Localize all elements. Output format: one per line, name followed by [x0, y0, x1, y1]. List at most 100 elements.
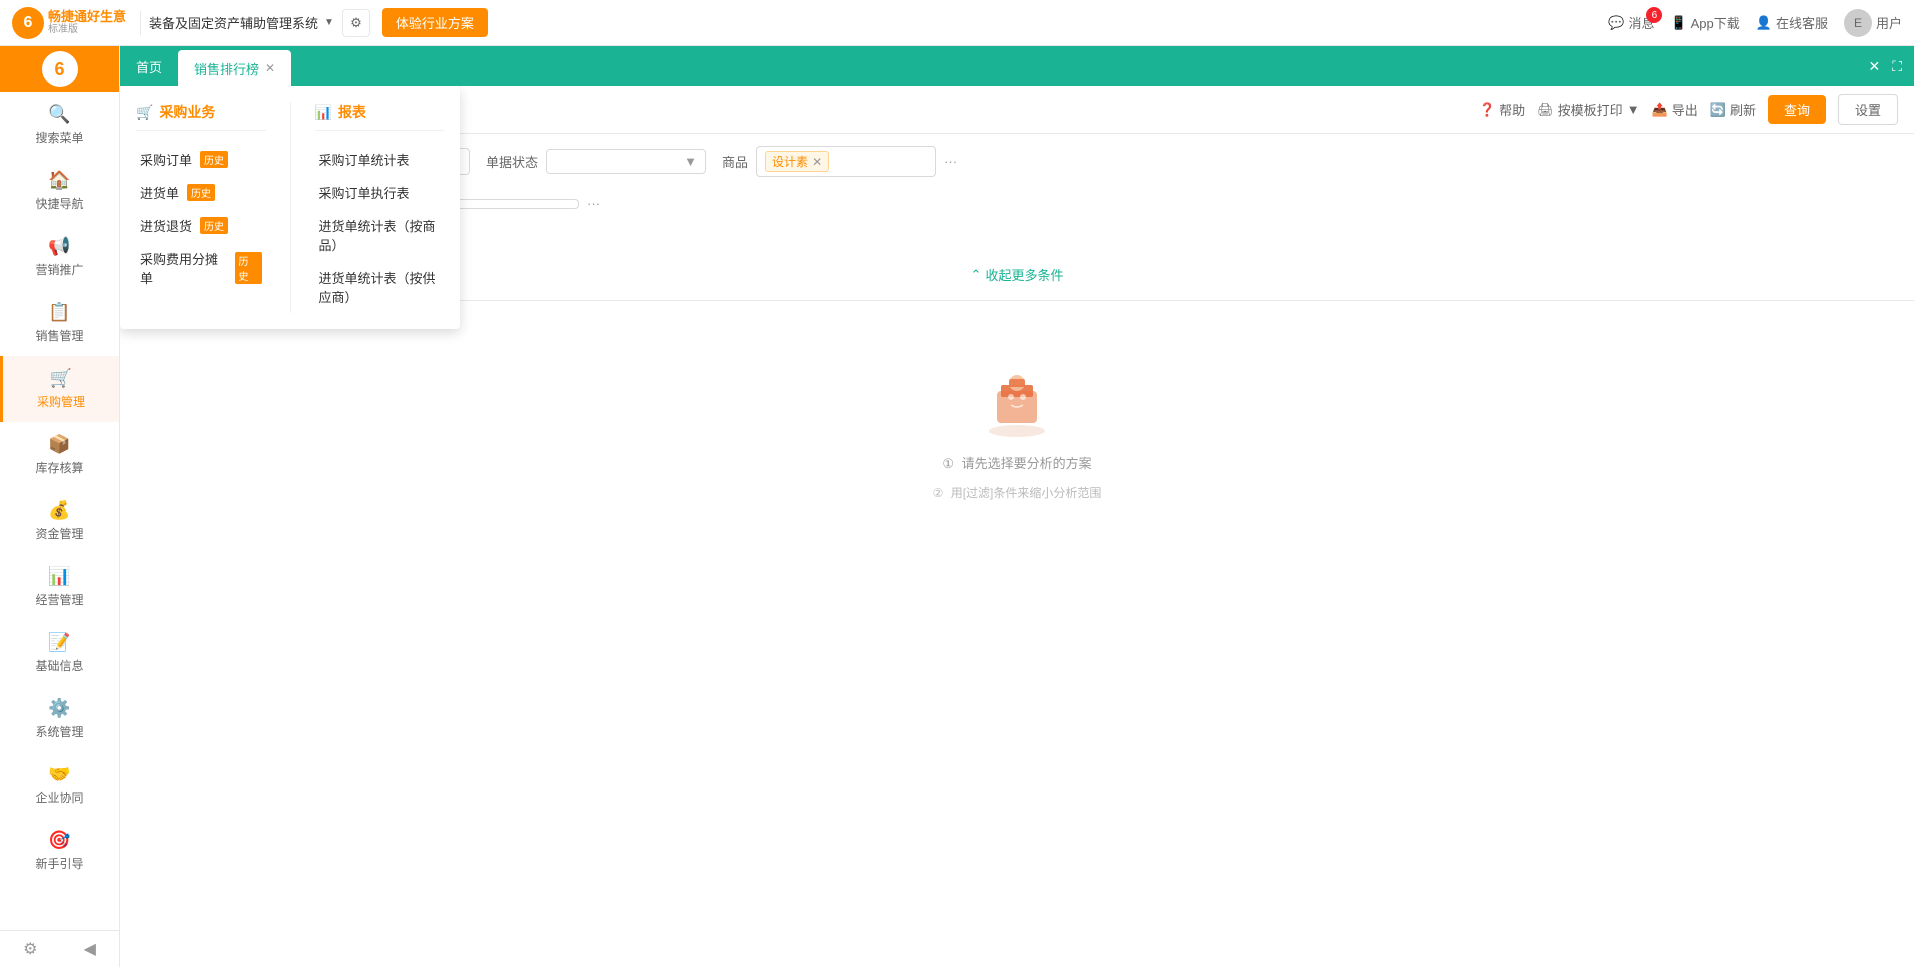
menu-item-inbound-stat-supplier[interactable]: 进货单统计表（按供应商）: [315, 261, 445, 313]
empty-illustration: [977, 361, 1057, 441]
sidebar-item-purchase[interactable]: 🛒 采购管理: [0, 356, 119, 422]
order-stat-label: 采购订单统计表: [319, 150, 410, 169]
content-area: 首页 销售排行榜 ✕ ✕ ⛶ ❓: [120, 46, 1914, 967]
help-btn[interactable]: ❓ 帮助: [1479, 100, 1525, 119]
operations-icon: 📊: [48, 566, 70, 587]
purchase-business-column: 🛒 采购业务 采购订单 历史 进货单 历史 进货退货: [136, 102, 266, 313]
enterprise-icon: 🤝: [48, 764, 70, 785]
refresh-label: 刷新: [1730, 100, 1756, 119]
tab-home-label: 首页: [136, 57, 162, 76]
main-area: 6 🔍 搜索菜单 🏠 快捷导航 📢 营销推广 📋 销售管理 🛒 采购管: [0, 46, 1914, 967]
purchase-icon: 🛒: [50, 368, 72, 389]
service-label: 在线客服: [1776, 13, 1828, 32]
sidebar-item-purchase-label: 采购管理: [37, 393, 85, 410]
tab-sales-rank[interactable]: 销售排行榜 ✕: [178, 50, 291, 86]
tab-close-icon[interactable]: ✕: [265, 61, 275, 75]
empty-hint1-text: 请先选择要分析的方案: [962, 456, 1092, 471]
status-input[interactable]: ▼: [546, 149, 706, 174]
product-dots[interactable]: ···: [944, 154, 957, 169]
status-dropdown: ▼: [684, 154, 697, 169]
menu-item-inbound-stat-product[interactable]: 进货单统计表（按商品）: [315, 209, 445, 261]
menu-item-return[interactable]: 进货退货 历史: [136, 209, 266, 242]
product-input[interactable]: 设计素 ✕: [756, 146, 936, 177]
logo-main: 畅捷通好生意: [48, 9, 126, 25]
service-icon: 👤: [1756, 15, 1772, 31]
search-icon: 🔍: [48, 104, 70, 125]
sidebar-item-system[interactable]: ⚙️ 系统管理: [0, 686, 119, 752]
system-name: 装备及固定资产辅助管理系统: [149, 13, 318, 32]
report-column-title-text: 报表: [338, 102, 366, 122]
app-download-item[interactable]: 📱 App下载: [1670, 13, 1739, 32]
topbar-right: 💬 消息 6 📱 App下载 👤 在线客服 E 用户: [1608, 9, 1902, 37]
industry-btn[interactable]: 体验行业方案: [382, 8, 488, 37]
system-dropdown-arrow[interactable]: ▼: [324, 17, 334, 28]
sidebar-item-enterprise[interactable]: 🤝 企业协同: [0, 752, 119, 818]
user-item[interactable]: E 用户: [1844, 9, 1902, 37]
refresh-icon: 🔄: [1710, 102, 1726, 118]
inventory-icon: 📦: [48, 434, 70, 455]
return-badge: 历史: [200, 217, 228, 234]
sidebar: 6 🔍 搜索菜单 🏠 快捷导航 📢 营销推广 📋 销售管理 🛒 采购管: [0, 46, 120, 967]
collapse-arrow-icon: ⌃: [971, 267, 982, 283]
sidebar-item-marketing[interactable]: 📢 营销推广: [0, 224, 119, 290]
empty-state: ① 请先选择要分析的方案 ② 用[过滤]条件来缩小分析范围: [120, 301, 1914, 561]
sidebar-item-guide-label: 新手引导: [35, 855, 83, 872]
salesperson-dots[interactable]: ···: [587, 196, 600, 211]
online-service-item[interactable]: 👤 在线客服: [1756, 13, 1828, 32]
tab-home[interactable]: 首页: [120, 46, 178, 86]
empty-hint1: ① 请先选择要分析的方案: [942, 453, 1091, 472]
print-dropdown-icon: ▼: [1627, 102, 1640, 117]
print-label: 按模板打印: [1558, 100, 1623, 119]
menu-item-order-stat[interactable]: 采购订单统计表: [315, 143, 445, 176]
notification-item[interactable]: 💬 消息 6: [1608, 13, 1654, 32]
menu-item-purchase-order[interactable]: 采购订单 历史: [136, 143, 266, 176]
sidebar-item-operations-label: 经营管理: [35, 591, 83, 608]
export-btn[interactable]: 📤 导出: [1652, 100, 1698, 119]
sidebar-item-inventory[interactable]: 📦 库存核算: [0, 422, 119, 488]
order-exec-label: 采购订单执行表: [319, 183, 410, 202]
refresh-btn[interactable]: 🔄 刷新: [1710, 100, 1756, 119]
collapse-label: 收起更多条件: [985, 265, 1063, 284]
tabbar-close-icon[interactable]: ✕: [1868, 58, 1880, 75]
notification-badge: 6: [1646, 7, 1662, 23]
hint1-icon: ①: [942, 456, 954, 471]
sidebar-item-finance[interactable]: 💰 资金管理: [0, 488, 119, 554]
sidebar-item-guide[interactable]: 🎯 新手引导: [0, 818, 119, 884]
system-icon: ⚙️: [48, 698, 70, 719]
sidebar-item-operations[interactable]: 📊 经营管理: [0, 554, 119, 620]
empty-hint2-text: 用[过滤]条件来缩小分析范围: [951, 486, 1102, 500]
sidebar-item-system-label: 系统管理: [35, 723, 83, 740]
sidebar-logo: 6: [42, 51, 78, 87]
logo-area: 6 畅捷通好生意 标准版: [12, 7, 132, 39]
topbar-settings-icon[interactable]: ⚙: [342, 9, 370, 37]
menu-item-expense[interactable]: 采购费用分摊单 历史: [136, 242, 266, 294]
status-filter: 单据状态 ▼: [486, 149, 706, 174]
purchase-column-title-text: 采购业务: [159, 102, 215, 122]
menu-divider: [290, 102, 291, 313]
sidebar-settings-btn[interactable]: ⚙: [23, 939, 37, 959]
sidebar-item-quicknav[interactable]: 🏠 快捷导航: [0, 158, 119, 224]
settings-btn[interactable]: 设置: [1838, 94, 1898, 125]
sidebar-collapse-btn[interactable]: ◀: [84, 939, 96, 959]
empty-hint2: ② 用[过滤]条件来缩小分析范围: [933, 484, 1102, 501]
logo-icon: 6: [12, 7, 44, 39]
purchase-column-title: 🛒 采购业务: [136, 102, 266, 131]
tabbar-right: ✕ ⛶: [1868, 58, 1914, 75]
report-column: 📊 报表 采购订单统计表 采购订单执行表 进货单统计表（按商品）: [315, 102, 445, 313]
sidebar-item-base[interactable]: 📝 基础信息: [0, 620, 119, 686]
purchase-order-label: 采购订单: [140, 150, 192, 169]
export-icon: 📤: [1652, 102, 1668, 118]
sidebar-item-sales[interactable]: 📋 销售管理: [0, 290, 119, 356]
report-column-title: 📊 报表: [315, 102, 445, 131]
sidebar-logo-icon: 6: [54, 59, 64, 80]
menu-item-inbound[interactable]: 进货单 历史: [136, 176, 266, 209]
sidebar-item-search[interactable]: 🔍 搜索菜单: [0, 92, 119, 158]
query-btn[interactable]: 查询: [1768, 95, 1826, 124]
print-btn[interactable]: 🖨 按模板打印 ▼: [1537, 100, 1639, 119]
status-label: 单据状态: [486, 152, 538, 171]
export-label: 导出: [1672, 100, 1698, 119]
menu-item-order-exec[interactable]: 采购订单执行表: [315, 176, 445, 209]
product-tag-close[interactable]: ✕: [812, 155, 822, 169]
tabbar-fullscreen-icon[interactable]: ⛶: [1892, 58, 1902, 75]
logo-sub: 标准版: [48, 24, 126, 36]
